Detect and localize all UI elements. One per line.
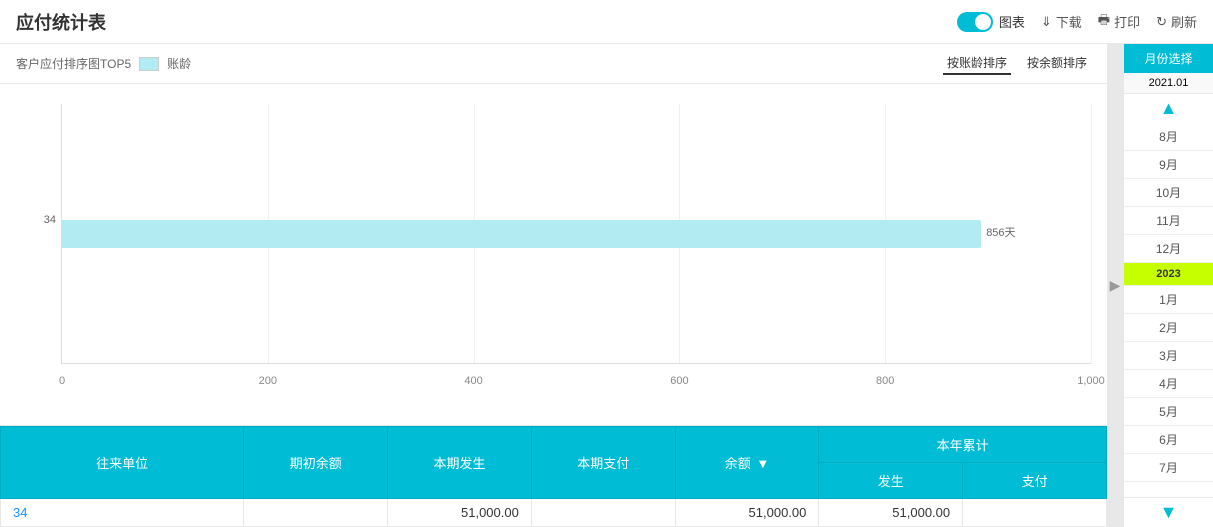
sidebar: 月份选择 ▲ 8月9月10月11月12月20231月2月3月4月5月6月7月 ▼ [1123,44,1213,527]
month-item[interactable]: 3月 [1124,342,1213,370]
grid-line [1091,104,1092,363]
x-axis-label: 200 [253,375,283,387]
x-axis-label: 1,000 [1076,375,1106,387]
cell-opening [244,499,388,527]
month-item[interactable]: 12月 [1124,235,1213,263]
page-title: 应付统计表 [16,9,106,35]
main-content: 客户应付排序图TOP5 账龄 按账龄排序 按余额排序 0 200 400 600 800… [0,44,1213,527]
x-axis-label: 800 [870,375,900,387]
col-current-payment-header: 本期支付 [531,427,675,499]
col-current-amount-header: 本期发生 [388,427,532,499]
col-ytd-payment-header: 支付 [963,463,1107,499]
month-item[interactable]: 11月 [1124,207,1213,235]
divider-arrow-icon: ▶ [1110,277,1121,294]
legend-label: 账龄 [167,55,191,72]
balance-sort-icon[interactable]: ▼ [756,456,769,471]
header: 应付统计表 图表 ⇓ 下载 🖶 打印 ↻ 刷新 [0,0,1213,44]
nav-down-icon: ▼ [1160,502,1178,523]
refresh-button[interactable]: ↻ 刷新 [1156,12,1197,31]
chart-toggle-container: 图表 [957,12,1025,32]
col-ytd-group-header: 本年累计 [819,427,1107,463]
download-icon: ⇓ [1041,14,1052,30]
chart-toggle[interactable] [957,12,993,32]
sidebar-nav-down-button[interactable]: ▼ [1124,497,1213,527]
month-item[interactable]: 5月 [1124,398,1213,426]
cell-balance: 51,000.00 [675,499,819,527]
sidebar-nav-up-button[interactable]: ▲ [1124,94,1213,123]
sidebar-date-input[interactable] [1124,73,1213,94]
refresh-icon: ↻ [1156,14,1167,30]
y-axis-label: 34 [16,214,56,226]
x-axis-label: 400 [459,375,489,387]
bar-chart-container: 0 200 400 600 800 1,000 34 856天 [0,84,1107,425]
table-section: 往来单位 期初余额 本期发生 本期支付 余额 ▼ 本年累计 发生 [0,425,1107,527]
month-item[interactable]: 6月 [1124,426,1213,454]
print-button[interactable]: 🖶 打印 [1098,11,1140,33]
month-item[interactable]: 1月 [1124,286,1213,314]
header-actions: 图表 ⇓ 下载 🖶 打印 ↻ 刷新 [957,11,1197,33]
x-axis-label: 0 [47,375,77,387]
cell-ytd-amount: 51,000.00 [819,499,963,527]
chart-sort-buttons: 按账龄排序 按余额排序 [943,52,1091,75]
month-item[interactable]: 10月 [1124,179,1213,207]
chart-label: 图表 [999,12,1025,31]
month-item[interactable]: 4月 [1124,370,1213,398]
chart-header: 客户应付排序图TOP5 账龄 按账龄排序 按余额排序 [0,44,1107,84]
month-item[interactable]: 2023 [1124,263,1213,286]
bar-fill [61,220,981,248]
col-opening-header: 期初余额 [244,427,388,499]
col-balance-header: 余额 ▼ [675,427,819,499]
data-table: 往来单位 期初余额 本期发生 本期支付 余额 ▼ 本年累计 发生 [0,426,1107,527]
month-list: 8月9月10月11月12月20231月2月3月4月5月6月7月 [1124,123,1213,497]
col-unit-header: 往来单位 [1,427,244,499]
bar-value-label: 856天 [986,224,1015,240]
sidebar-divider[interactable]: ▶ [1107,44,1123,527]
legend-box [139,57,159,71]
x-axis-label: 600 [664,375,694,387]
sort-by-balance-button[interactable]: 按余额排序 [1023,52,1091,75]
sort-by-age-button[interactable]: 按账龄排序 [943,52,1011,75]
col-ytd-amount-header: 发生 [819,463,963,499]
month-item[interactable]: 9月 [1124,151,1213,179]
cell-current-amount: 51,000.00 [388,499,532,527]
chart-title: 客户应付排序图TOP5 [16,55,131,72]
chart-section: 客户应付排序图TOP5 账龄 按账龄排序 按余额排序 0 200 400 600 800… [0,44,1107,527]
cell-current-payment [531,499,675,527]
cell-ytd-payment [963,499,1107,527]
print-icon: 🖶 [1098,11,1110,33]
chart-legend: 客户应付排序图TOP5 账龄 [16,55,191,72]
download-button[interactable]: ⇓ 下载 [1041,12,1082,31]
table-row: 34 51,000.00 51,000.00 51,000.00 [1,499,1107,527]
cell-unit[interactable]: 34 [1,499,244,527]
month-item[interactable]: 2月 [1124,314,1213,342]
sidebar-header: 月份选择 [1124,44,1213,73]
bar-chart: 02004006008001,00034856天 [16,94,1091,394]
nav-up-icon: ▲ [1160,98,1178,119]
month-item[interactable]: 7月 [1124,454,1213,482]
month-item[interactable]: 8月 [1124,123,1213,151]
